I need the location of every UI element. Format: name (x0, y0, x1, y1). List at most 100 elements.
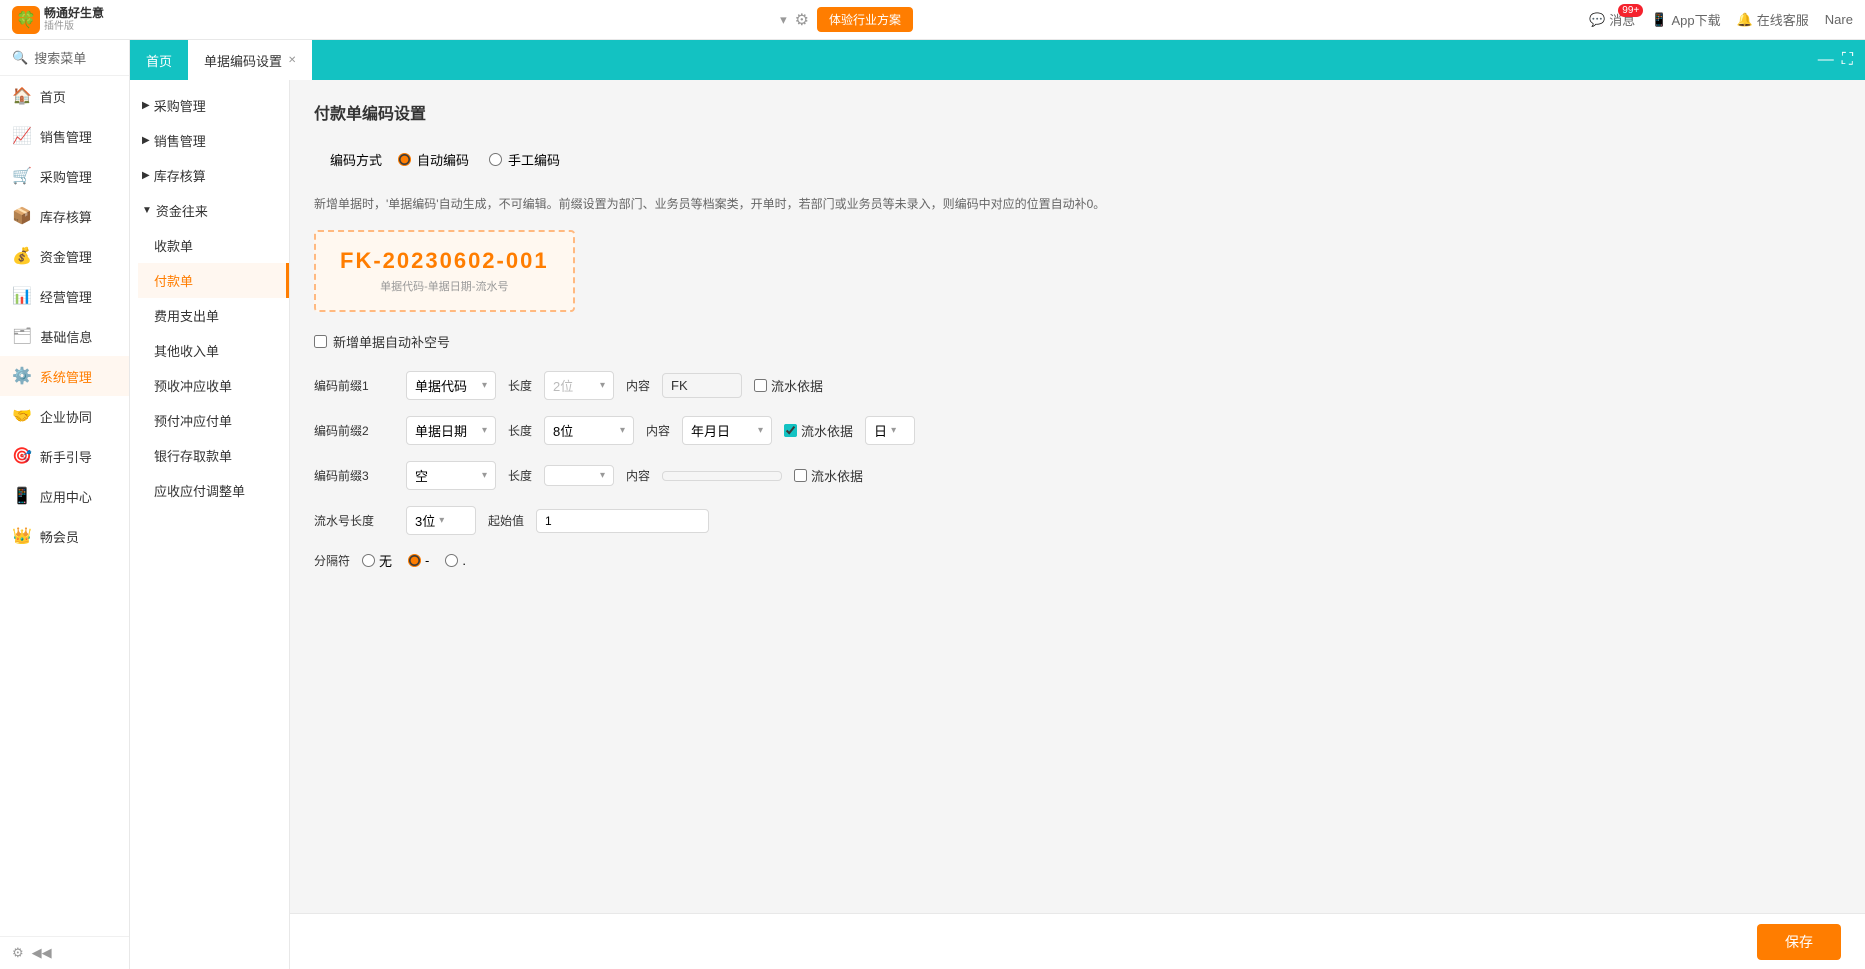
prefix2-length-value: 8位 (553, 421, 573, 440)
sales-icon: 📈 (12, 126, 32, 146)
settings-bottom-icon[interactable]: ⚙ (12, 945, 24, 961)
sidebar-item-basic[interactable]: 🗂 基础信息 (0, 316, 129, 356)
tab-minimize-icon[interactable]: — (1818, 51, 1834, 69)
preview-box: FK-20230602-001 单据代码-单据日期-流水号 (314, 230, 575, 312)
prefix1-length-select[interactable]: 2位 ▾ (544, 371, 614, 400)
prefix1-serial-label: 流水依据 (771, 376, 823, 395)
sep-dash-radio[interactable]: - (408, 553, 429, 568)
nav-group-inventory-label: 库存核算 (154, 166, 206, 185)
sidebar-bottom: ⚙ ◀◀ (0, 936, 129, 969)
auto-code-radio[interactable]: 自动编码 (398, 150, 469, 169)
tab-home[interactable]: 首页 (130, 40, 188, 80)
chevron-down-icon[interactable]: ▾ (780, 12, 787, 28)
prefix1-select[interactable]: 单据代码 ▾ (406, 371, 496, 400)
service-label: 在线客服 (1757, 10, 1809, 29)
serial-row: 流水号长度 3位 ▾ 起始值 (314, 506, 1841, 535)
sidebar-item-guide[interactable]: 🎯 新手引导 (0, 436, 129, 476)
service-button[interactable]: 🔔 在线客服 (1737, 10, 1809, 29)
tab-maximize-icon[interactable]: ⛶ (1842, 51, 1853, 69)
prefix2-select[interactable]: 单据日期 ▾ (406, 416, 496, 445)
preview-desc: 单据代码-单据日期-流水号 (340, 278, 549, 294)
prefix3-serial-label: 流水依据 (811, 466, 863, 485)
member-icon: 👑 (12, 526, 32, 546)
nav-item-advance-receipt[interactable]: 预收冲应收单 (138, 368, 289, 403)
serial-length-select[interactable]: 3位 ▾ (406, 506, 476, 535)
nav-item-bank[interactable]: 银行存取款单 (138, 438, 289, 473)
nav-item-payment[interactable]: 付款单 (138, 263, 289, 298)
tab-close-icon[interactable]: ✕ (288, 55, 296, 66)
auto-fill-checkbox[interactable] (314, 335, 327, 348)
sidebar-item-enterprise[interactable]: 🤝 企业协同 (0, 396, 129, 436)
download-button[interactable]: 📱 App下载 (1651, 10, 1720, 29)
prefix2-day-select[interactable]: 日 ▾ (865, 416, 915, 445)
nav-group-capital[interactable]: ▼ 资金往来 (130, 193, 289, 228)
serial-start-label: 起始值 (488, 512, 524, 529)
top-bar-left: 🍀 畅通好生意 插件版 (12, 6, 104, 34)
separator-label: 分隔符 (314, 552, 350, 569)
sep-dot-radio[interactable]: . (445, 553, 466, 568)
prefix3-length-select[interactable]: ▾ (544, 465, 614, 486)
prefix2-length-arrow-icon: ▾ (620, 425, 625, 436)
nav-item-other-income[interactable]: 其他收入单 (138, 333, 289, 368)
prefix3-arrow-icon: ▾ (482, 470, 487, 481)
page-title: 付款单编码设置 (314, 100, 1841, 124)
save-button[interactable]: 保存 (1757, 924, 1841, 960)
main-layout: 🔍 搜索菜单 🏠 首页 📈 销售管理 🛒 采购管理 📦 库存核算 💰 资金管理 … (0, 40, 1865, 969)
encoding-type-label: 编码方式 (330, 150, 382, 169)
sidebar-label-finance: 资金管理 (40, 247, 92, 266)
prefix2-serial-label: 流水依据 (801, 421, 853, 440)
tab-encoding-settings[interactable]: 单据编码设置 ✕ (188, 40, 312, 80)
prefix1-serial-checkbox[interactable]: 流水依据 (754, 376, 823, 395)
manual-code-radio[interactable]: 手工编码 (489, 150, 560, 169)
user-info[interactable]: Nare (1825, 12, 1853, 27)
prefix3-label: 编码前缀3 (314, 467, 394, 484)
prefix3-serial-checkbox[interactable]: 流水依据 (794, 466, 863, 485)
nav-item-expense[interactable]: 费用支出单 (138, 298, 289, 333)
nav-item-receipt[interactable]: 收款单 (138, 228, 289, 263)
serial-start-input[interactable] (536, 509, 709, 533)
sidebar-item-purchase[interactable]: 🛒 采购管理 (0, 156, 129, 196)
message-badge: 99+ (1618, 4, 1643, 17)
sidebar-item-member[interactable]: 👑 畅会员 (0, 516, 129, 556)
sidebar-item-sales[interactable]: 📈 销售管理 (0, 116, 129, 156)
nav-group-sales[interactable]: ▶ 销售管理 (130, 123, 289, 158)
nav-item-advance-payment-label: 预付冲应付单 (154, 411, 232, 430)
settings-icon[interactable]: ⚙ (795, 10, 809, 30)
prefix2-content-select[interactable]: 年月日 ▾ (682, 416, 772, 445)
arrow-right-icon: ▶ (142, 100, 150, 111)
purchase-icon: 🛒 (12, 166, 32, 186)
prefix2-serial-checkbox[interactable]: 流水依据 (784, 421, 853, 440)
nav-item-advance-payment[interactable]: 预付冲应付单 (138, 403, 289, 438)
manual-code-label: 手工编码 (508, 150, 560, 169)
prefix3-select[interactable]: 空 ▾ (406, 461, 496, 490)
nav-group-purchase[interactable]: ▶ 采购管理 (130, 88, 289, 123)
prefix2-length-label: 长度 (508, 422, 532, 439)
prefix1-length-arrow-icon: ▾ (600, 380, 605, 391)
bottom-bar: 保存 (290, 913, 1865, 969)
prefix1-content-label: 内容 (626, 377, 650, 394)
sidebar-item-finance[interactable]: 💰 资金管理 (0, 236, 129, 276)
prefix2-day-arrow-icon: ▾ (891, 425, 896, 436)
sep-dash-label: - (425, 553, 429, 568)
user-name: Nare (1825, 12, 1853, 27)
nav-item-adjust[interactable]: 应收应付调整单 (138, 473, 289, 508)
search-menu[interactable]: 🔍 搜索菜单 (0, 40, 129, 76)
sidebar-item-home[interactable]: 🏠 首页 (0, 76, 129, 116)
top-bar-controls: ▾ ⚙ 体验行业方案 (780, 7, 913, 32)
basic-icon: 🗂 (12, 326, 32, 346)
prefix2-length-select[interactable]: 8位 ▾ (544, 416, 634, 445)
sidebar-item-system[interactable]: ⚙️ 系统管理 (0, 356, 129, 396)
sidebar-item-operation[interactable]: 📊 经营管理 (0, 276, 129, 316)
nav-group-purchase-label: 采购管理 (154, 96, 206, 115)
message-button[interactable]: 💬 消息 99+ (1589, 10, 1635, 29)
collapse-icon[interactable]: ◀◀ (32, 945, 52, 961)
sidebar-item-app[interactable]: 📱 应用中心 (0, 476, 129, 516)
enterprise-icon: 🤝 (12, 406, 32, 426)
sidebar-item-inventory[interactable]: 📦 库存核算 (0, 196, 129, 236)
prefix1-label: 编码前缀1 (314, 377, 394, 394)
search-menu-label: 搜索菜单 (34, 48, 86, 67)
auto-code-label: 自动编码 (417, 150, 469, 169)
sep-none-radio[interactable]: 无 (362, 551, 392, 570)
nav-group-inventory[interactable]: ▶ 库存核算 (130, 158, 289, 193)
trial-button[interactable]: 体验行业方案 (817, 7, 913, 32)
